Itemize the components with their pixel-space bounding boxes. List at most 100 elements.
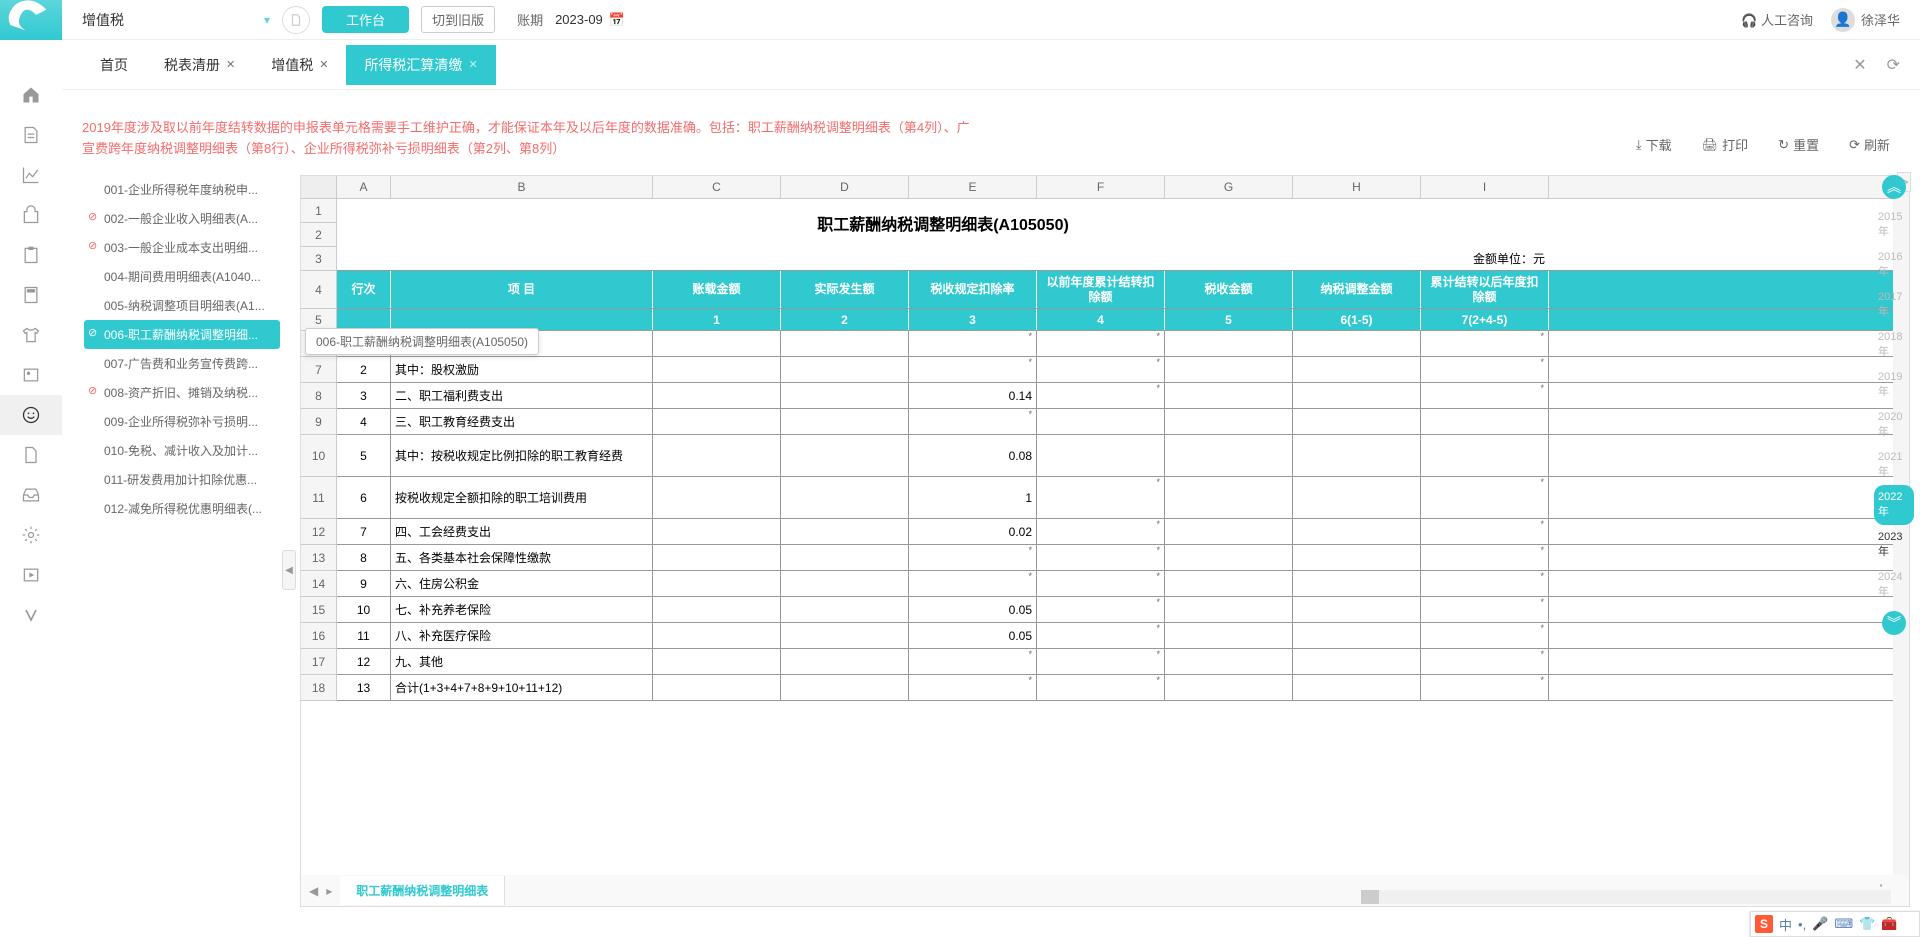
tree-item[interactable]: 011-研发费用加计扣除优惠... bbox=[84, 465, 280, 494]
col-header[interactable]: I bbox=[1421, 176, 1549, 198]
tree-item[interactable]: 005-纳税调整项目明细表(A1... bbox=[84, 291, 280, 320]
period-picker[interactable]: 2023-09 📅 bbox=[555, 12, 625, 28]
rail-doc-icon[interactable] bbox=[0, 115, 62, 155]
rail-file-icon[interactable] bbox=[0, 435, 62, 475]
value-cell[interactable]: * bbox=[909, 357, 1037, 382]
year-down-button[interactable]: ︾ bbox=[1882, 611, 1906, 635]
col-header[interactable]: C bbox=[653, 176, 781, 198]
ime-skin-icon[interactable]: 👕 bbox=[1859, 916, 1875, 932]
sheet-nav-first[interactable]: ◀ bbox=[309, 884, 318, 898]
row-header[interactable]: 17 bbox=[301, 649, 337, 675]
row-header[interactable]: 7 bbox=[301, 357, 337, 383]
value-cell[interactable] bbox=[1165, 519, 1293, 544]
tree-item[interactable]: 004-期间费用明细表(A1040... bbox=[84, 262, 280, 291]
row-header[interactable]: 18 bbox=[301, 675, 337, 701]
tabs-close-all-icon[interactable]: ✕ bbox=[1853, 55, 1866, 75]
value-cell[interactable] bbox=[1293, 409, 1421, 434]
consult-link[interactable]: 🎧 人工咨询 bbox=[1741, 10, 1813, 29]
value-cell[interactable]: * bbox=[1421, 623, 1549, 648]
value-cell[interactable] bbox=[1165, 435, 1293, 476]
ime-mode[interactable]: 中 bbox=[1779, 915, 1792, 934]
value-cell[interactable] bbox=[1165, 649, 1293, 674]
value-cell[interactable] bbox=[781, 571, 909, 596]
year-item[interactable]: 2016年 bbox=[1874, 245, 1914, 285]
year-item[interactable]: 2021年 bbox=[1874, 445, 1914, 485]
value-cell[interactable] bbox=[781, 623, 909, 648]
tab-tax-list[interactable]: 税表清册✕ bbox=[146, 45, 253, 85]
row-header[interactable]: 1 bbox=[301, 199, 337, 223]
value-cell[interactable] bbox=[1165, 477, 1293, 518]
tabs-refresh-icon[interactable]: ⟳ bbox=[1887, 55, 1900, 75]
value-cell[interactable]: * bbox=[1037, 597, 1165, 622]
user-menu[interactable]: 👤 徐泽华 bbox=[1831, 8, 1900, 32]
year-item[interactable]: 2020年 bbox=[1874, 405, 1914, 445]
value-cell[interactable] bbox=[781, 477, 909, 518]
value-cell[interactable]: * bbox=[1037, 675, 1165, 700]
year-item[interactable]: 2015年 bbox=[1874, 205, 1914, 245]
value-cell[interactable] bbox=[1165, 675, 1293, 700]
value-cell[interactable] bbox=[653, 545, 781, 570]
value-cell[interactable] bbox=[1293, 357, 1421, 382]
rail-smile-icon[interactable] bbox=[0, 395, 62, 435]
col-header[interactable]: B bbox=[391, 176, 653, 198]
value-cell[interactable]: 1 bbox=[909, 477, 1037, 518]
col-header[interactable]: E bbox=[909, 176, 1037, 198]
item-name-cell[interactable]: 六、住房公积金 bbox=[391, 571, 653, 596]
value-cell[interactable]: * bbox=[1421, 383, 1549, 408]
print-button[interactable]: 🖨 打印 bbox=[1702, 135, 1749, 154]
switch-old-button[interactable]: 切到旧版 bbox=[421, 6, 495, 33]
value-cell[interactable]: * bbox=[909, 331, 1037, 356]
rail-image-icon[interactable] bbox=[0, 355, 62, 395]
item-name-cell[interactable]: 其中：股权激励 bbox=[391, 357, 653, 382]
sheet-nav-prev[interactable]: ▸ bbox=[326, 884, 332, 898]
value-cell[interactable] bbox=[781, 649, 909, 674]
value-cell[interactable] bbox=[1293, 675, 1421, 700]
row-header[interactable]: 15 bbox=[301, 597, 337, 623]
item-name-cell[interactable]: 八、补充医疗保险 bbox=[391, 623, 653, 648]
value-cell[interactable] bbox=[653, 409, 781, 434]
value-cell[interactable] bbox=[1165, 409, 1293, 434]
ime-mic-icon[interactable]: 🎤 bbox=[1812, 916, 1828, 932]
tree-item[interactable]: 001-企业所得税年度纳税申... bbox=[84, 175, 280, 204]
item-name-cell[interactable]: 二、职工福利费支出 bbox=[391, 383, 653, 408]
horizontal-scrollbar[interactable] bbox=[1361, 890, 1891, 904]
row-index-cell[interactable]: 5 bbox=[337, 435, 391, 476]
ime-logo[interactable]: S bbox=[1755, 915, 1773, 933]
item-name-cell[interactable]: 其中：按税收规定比例扣除的职工教育经费 bbox=[391, 435, 653, 476]
value-cell[interactable] bbox=[781, 597, 909, 622]
tab-vat[interactable]: 增值税✕ bbox=[253, 45, 346, 85]
value-cell[interactable]: * bbox=[1421, 519, 1549, 544]
value-cell[interactable] bbox=[1165, 357, 1293, 382]
value-cell[interactable] bbox=[653, 477, 781, 518]
row-index-cell[interactable]: 8 bbox=[337, 545, 391, 570]
value-cell[interactable] bbox=[781, 331, 909, 356]
value-cell[interactable]: * bbox=[1421, 357, 1549, 382]
ime-tool-icon[interactable]: 🧰 bbox=[1881, 916, 1897, 932]
year-item[interactable]: 2022年 bbox=[1874, 485, 1914, 525]
value-cell[interactable]: * bbox=[1037, 383, 1165, 408]
value-cell[interactable] bbox=[1037, 409, 1165, 434]
select-all-corner[interactable] bbox=[301, 176, 337, 198]
value-cell[interactable]: * bbox=[909, 409, 1037, 434]
value-cell[interactable] bbox=[653, 675, 781, 700]
tree-item[interactable]: ⊘008-资产折旧、摊销及纳税... bbox=[84, 378, 280, 407]
value-cell[interactable]: * bbox=[1037, 649, 1165, 674]
year-item[interactable]: 2019年 bbox=[1874, 365, 1914, 405]
row-header[interactable]: 2 bbox=[301, 223, 337, 247]
workbench-button[interactable]: 工作台 bbox=[322, 6, 409, 33]
row-index-cell[interactable]: 6 bbox=[337, 477, 391, 518]
value-cell[interactable] bbox=[781, 519, 909, 544]
tree-item[interactable]: ⊘003-一般企业成本支出明细... bbox=[84, 233, 280, 262]
value-cell[interactable]: * bbox=[1037, 519, 1165, 544]
row-header[interactable]: 10 bbox=[301, 435, 337, 477]
value-cell[interactable] bbox=[653, 331, 781, 356]
year-item[interactable]: 2017年 bbox=[1874, 285, 1914, 325]
row-header[interactable]: 8 bbox=[301, 383, 337, 409]
value-cell[interactable]: * bbox=[1037, 357, 1165, 382]
value-cell[interactable] bbox=[1037, 435, 1165, 476]
value-cell[interactable] bbox=[781, 409, 909, 434]
tree-item[interactable]: 012-减免所得税优惠明细表(... bbox=[84, 494, 280, 523]
value-cell[interactable] bbox=[781, 357, 909, 382]
item-name-cell[interactable]: 按税收规定全额扣除的职工培训费用 bbox=[391, 477, 653, 518]
row-index-cell[interactable]: 3 bbox=[337, 383, 391, 408]
